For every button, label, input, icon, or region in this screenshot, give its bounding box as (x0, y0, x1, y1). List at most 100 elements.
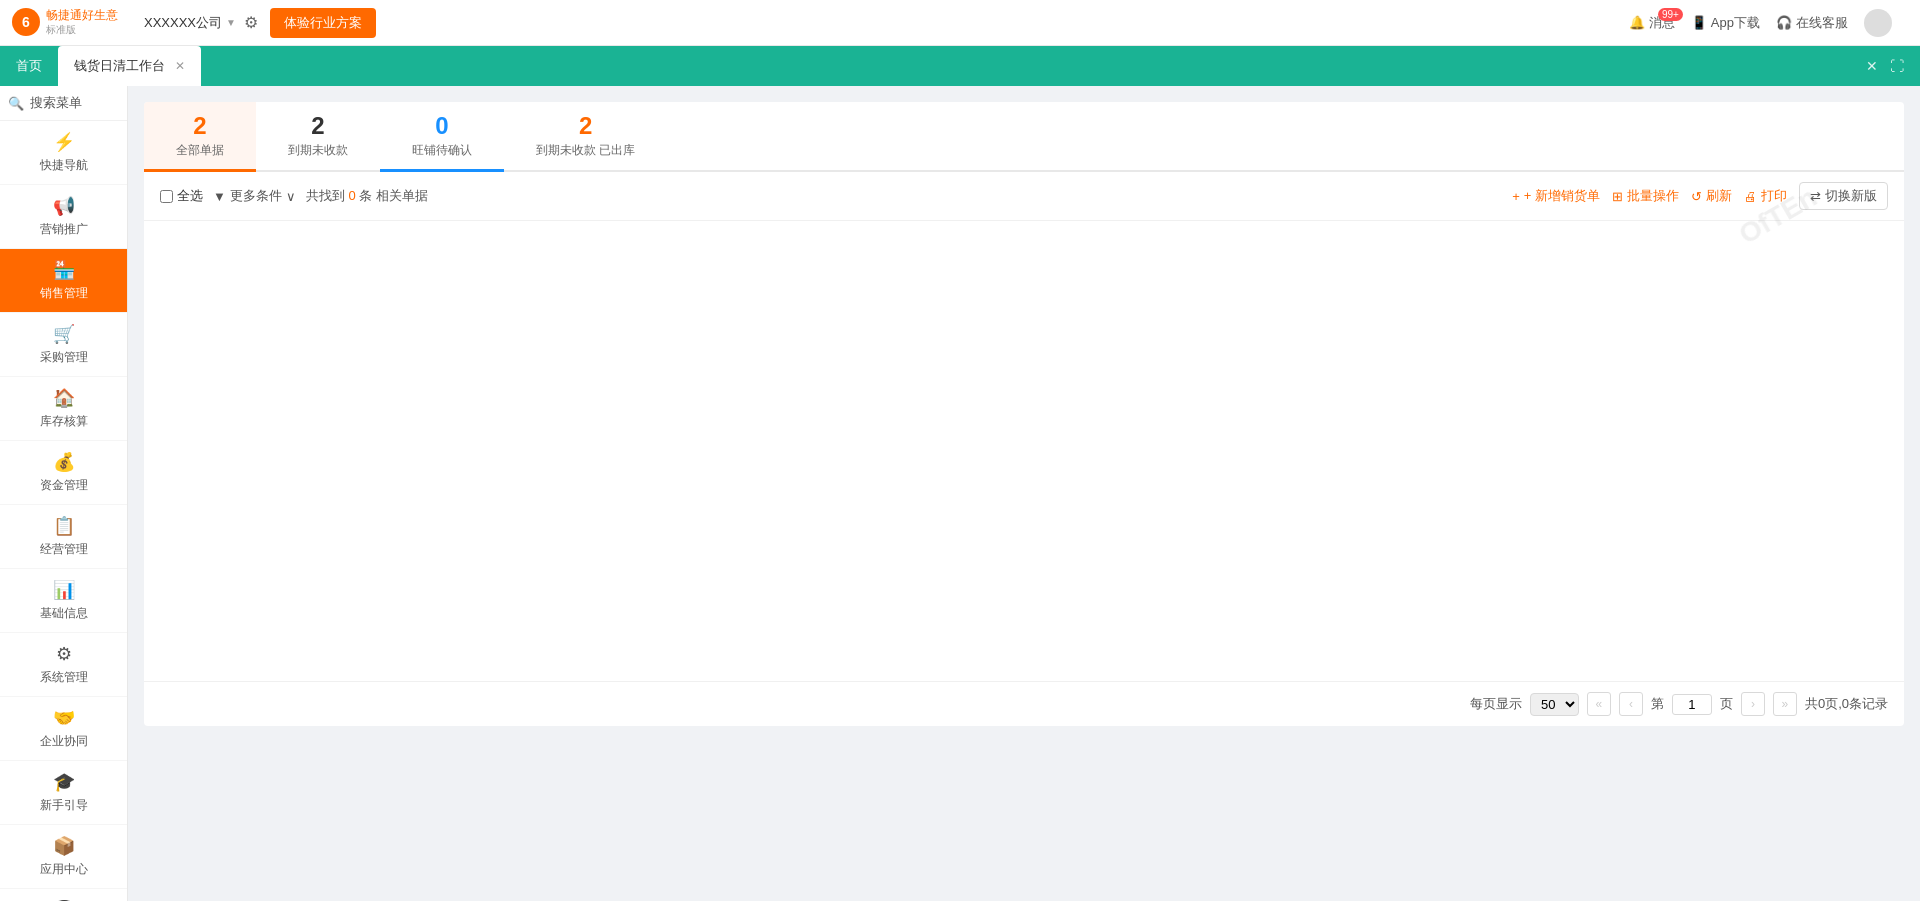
select-all-checkbox[interactable]: 全选 (160, 187, 203, 205)
refresh-button[interactable]: ↺ 刷新 (1691, 187, 1732, 205)
sidebar-item-quick-nav[interactable]: ⚡ 快捷导航 (0, 121, 127, 185)
headset-icon: 🎧 (1776, 15, 1792, 30)
batch-label: 批量操作 (1627, 187, 1679, 205)
sidebar-item-sales[interactable]: 🏪 销售管理 (0, 249, 127, 313)
stat-overdue-label: 到期未收款 (288, 142, 348, 159)
prev-page-icon: ‹ (1629, 697, 1633, 711)
sidebar-item-purchase[interactable]: 🛒 采购管理 (0, 313, 127, 377)
per-page-label: 每页显示 (1470, 695, 1522, 713)
newbie-icon: 🎓 (53, 771, 75, 793)
filter-dropdown-icon: ∨ (286, 189, 296, 204)
basic-info-label: 基础信息 (40, 605, 88, 622)
search-menu-button[interactable]: 🔍 搜索菜单 (0, 86, 127, 121)
batch-button[interactable]: ⊞ 批量操作 (1612, 187, 1679, 205)
tab-maximize-icon[interactable]: ⛶ (1890, 58, 1904, 74)
online-service-button[interactable]: 🎧 在线客服 (1776, 14, 1848, 32)
company-dropdown-arrow: ▼ (226, 17, 236, 28)
toolbar: 全选 ▼ 更多条件 ∨ 共找到 0 条 相关单据 + + 新增销货单 (144, 172, 1904, 221)
sidebar-item-app-center[interactable]: 📦 应用中心 (0, 825, 127, 889)
toolbar-left: 全选 ▼ 更多条件 ∨ 共找到 0 条 相关单据 (160, 187, 428, 205)
tab-work[interactable]: 钱货日清工作台 ✕ (58, 46, 201, 86)
purchase-label: 采购管理 (40, 349, 88, 366)
select-all-label: 全选 (177, 187, 203, 205)
new-order-button[interactable]: + + 新增销货单 (1512, 187, 1600, 205)
first-page-button[interactable]: « (1587, 692, 1611, 716)
pagination-bar: 每页显示 50 « ‹ 第 页 › » 共0页,0条记录 (144, 681, 1904, 726)
switch-icon: ⇄ (1810, 189, 1821, 204)
sidebar-item-system[interactable]: ⚙ 系统管理 (0, 633, 127, 697)
user-avatar[interactable] (1864, 9, 1892, 37)
next-page-icon: › (1751, 697, 1755, 711)
filter-button[interactable]: ▼ 更多条件 ∨ (213, 187, 296, 205)
sidebar-item-cooperation[interactable]: 🤝 企业协同 (0, 697, 127, 761)
empty-area (144, 221, 1904, 681)
tab-controls: ✕ ⛶ (1866, 58, 1920, 74)
refresh-icon: ↺ (1691, 189, 1702, 204)
stat-overdue-out-label: 到期未收款 已出库 (536, 142, 635, 159)
last-page-button[interactable]: » (1773, 692, 1797, 716)
cooperation-label: 企业协同 (40, 733, 88, 750)
sidebar-item-inventory[interactable]: 🏠 库存核算 (0, 377, 127, 441)
marketing-icon: 📢 (53, 195, 75, 217)
header-right: 🔔 消息 99+ 📱 App下载 🎧 在线客服 (1629, 9, 1908, 37)
stat-tab-overdue[interactable]: 2 到期未收款 (256, 102, 380, 172)
per-page-select[interactable]: 50 (1530, 693, 1579, 716)
company-selector[interactable]: XXXXXX公司 ▼ (144, 14, 236, 32)
page-label: 第 (1651, 695, 1664, 713)
bell-icon: 🔔 (1629, 15, 1645, 30)
stat-overdue-num: 2 (311, 112, 324, 140)
last-page-icon: » (1782, 697, 1789, 711)
sidebar-item-wechat[interactable]: 💬 企业微信 (0, 889, 127, 901)
stat-overdue-out-num: 2 (579, 112, 592, 140)
company-name: XXXXXX公司 (144, 14, 222, 32)
mobile-icon: 📱 (1691, 15, 1707, 30)
stat-pending-label: 旺铺待确认 (412, 142, 472, 159)
sidebar-item-marketing[interactable]: 📢 营销推广 (0, 185, 127, 249)
tab-minimize-icon[interactable]: ✕ (1866, 58, 1878, 74)
app-center-label: 应用中心 (40, 861, 88, 878)
stat-tab-pending[interactable]: 0 旺铺待确认 (380, 102, 504, 172)
print-label: 打印 (1761, 187, 1787, 205)
switch-version-button[interactable]: ⇄ 切换新版 (1799, 182, 1888, 210)
tab-work-label: 钱货日清工作台 (74, 57, 165, 75)
inventory-label: 库存核算 (40, 413, 88, 430)
finance-icon: 💰 (53, 451, 75, 473)
settings-icon[interactable]: ⚙ (244, 13, 258, 32)
refresh-label: 刷新 (1706, 187, 1732, 205)
trial-button[interactable]: 体验行业方案 (270, 8, 376, 38)
logo-area: 6 畅捷通好生意 标准版 (12, 8, 140, 36)
page-number-input[interactable] (1672, 694, 1712, 715)
next-page-button[interactable]: › (1741, 692, 1765, 716)
found-text: 共找到 0 条 相关单据 (306, 187, 428, 205)
tab-close-icon[interactable]: ✕ (175, 59, 185, 73)
app-download-button[interactable]: 📱 App下载 (1691, 14, 1760, 32)
prev-page-button[interactable]: ‹ (1619, 692, 1643, 716)
sidebar-item-operation[interactable]: 📋 经营管理 (0, 505, 127, 569)
logo-sub: 标准版 (46, 23, 118, 37)
select-all-input[interactable] (160, 190, 173, 203)
stat-tab-overdue-out[interactable]: 2 到期未收款 已出库 (504, 102, 667, 172)
found-suffix: 相关单据 (376, 188, 428, 203)
logo-icon: 6 (12, 8, 40, 36)
tab-bar: 首页 钱货日清工作台 ✕ ✕ ⛶ (0, 46, 1920, 86)
sidebar-item-finance[interactable]: 💰 资金管理 (0, 441, 127, 505)
sidebar-item-newbie[interactable]: 🎓 新手引导 (0, 761, 127, 825)
purchase-icon: 🛒 (53, 323, 75, 345)
message-button[interactable]: 🔔 消息 99+ (1629, 14, 1675, 32)
logo-text-group: 畅捷通好生意 标准版 (46, 8, 118, 36)
basic-info-icon: 📊 (53, 579, 75, 601)
plus-icon: + (1512, 189, 1520, 204)
print-button[interactable]: 🖨 打印 (1744, 187, 1787, 205)
operation-icon: 📋 (53, 515, 75, 537)
sales-label: 销售管理 (40, 285, 88, 302)
switch-label: 切换新版 (1825, 187, 1877, 205)
stat-tab-all[interactable]: 2 全部单据 (144, 102, 256, 172)
online-service-label: 在线客服 (1796, 14, 1848, 32)
tab-home[interactable]: 首页 (0, 46, 58, 86)
stat-all-num: 2 (193, 112, 206, 140)
main-content: 2 全部单据 2 到期未收款 0 旺铺待确认 2 到期未收款 已出库 全选 (128, 86, 1920, 901)
new-order-label: + 新增销货单 (1524, 187, 1600, 205)
filter-label: 更多条件 (230, 187, 282, 205)
sidebar-item-basic-info[interactable]: 📊 基础信息 (0, 569, 127, 633)
message-badge: 99+ (1658, 8, 1683, 21)
